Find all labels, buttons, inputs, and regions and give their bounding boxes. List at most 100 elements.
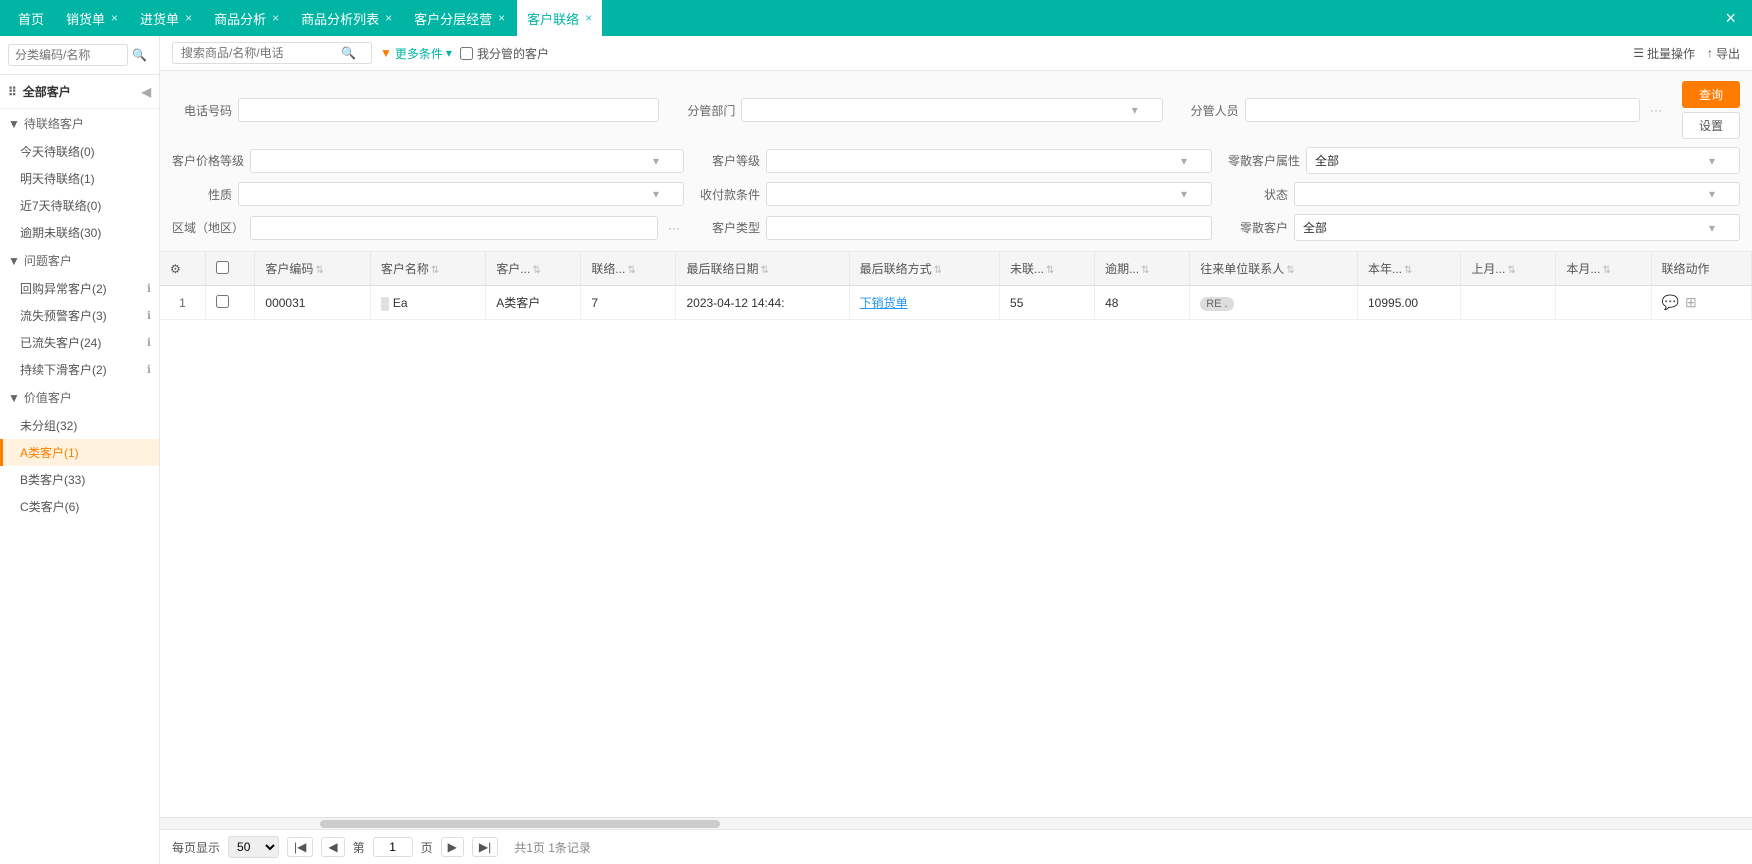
col-header-action: 联络动作 xyxy=(1651,252,1751,286)
table-footer: 每页显示 50 100 |◀ ◀ 第 页 ▶ ▶| 共1页 1条记录 xyxy=(160,829,1752,864)
filter-label-客户类型: 客户类型 xyxy=(700,219,760,236)
filter-item-分管部门: 分管部门▾ xyxy=(675,98,1162,122)
sidebar-item[interactable]: 回购异常客户(2)ℹ xyxy=(0,275,159,302)
filter-select-状态[interactable]: ▾ xyxy=(1294,182,1740,206)
row-checkbox[interactable] xyxy=(216,295,229,308)
sort-icon[interactable]: ⇅ xyxy=(1404,265,1412,276)
nav-close-icon[interactable]: × xyxy=(185,11,192,25)
filter-select-零散客户属性[interactable]: 全部▾ xyxy=(1306,147,1740,174)
sidebar-section-价值客户[interactable]: ▼价值客户 xyxy=(0,383,159,412)
section-arrow-icon: ▼ xyxy=(8,391,20,405)
sort-icon[interactable]: ⇅ xyxy=(761,265,769,276)
prev-page-button[interactable]: ◀ xyxy=(321,837,344,857)
sidebar-item[interactable]: 流失预警客户(3)ℹ xyxy=(0,302,159,329)
filter-select-分管部门[interactable]: ▾ xyxy=(741,98,1162,122)
sidebar-item[interactable]: A类客户(1) xyxy=(0,439,159,466)
sidebar-search-input[interactable] xyxy=(8,44,128,66)
filter-select-零散客户[interactable]: 全部▾ xyxy=(1294,214,1740,241)
sidebar-collapse-icon[interactable]: ◀ xyxy=(142,85,151,99)
page-number-input[interactable] xyxy=(373,837,413,857)
customer-level: A类客户 xyxy=(486,286,581,320)
my-customer-checkbox[interactable] xyxy=(460,47,473,60)
col-header-name: 客户名称⇅ xyxy=(370,252,485,286)
my-customer-checkbox-area[interactable]: 我分管的客户 xyxy=(460,45,549,62)
sidebar-item[interactable]: 持续下滑客户(2)ℹ xyxy=(0,356,159,383)
sidebar-item[interactable]: C类客户(6) xyxy=(0,493,159,520)
sidebar-search-icon[interactable]: 🔍 xyxy=(132,48,147,62)
sidebar-item[interactable]: 未分组(32) xyxy=(0,412,159,439)
nav-item-商品分析[interactable]: 商品分析× xyxy=(204,0,289,36)
sidebar-item[interactable]: 近7天待联络(0) xyxy=(0,192,159,219)
sort-icon[interactable]: ⇅ xyxy=(1141,265,1149,276)
sidebar-item[interactable]: 明天待联络(1) xyxy=(0,165,159,192)
more-dots-icon[interactable]: ··· xyxy=(664,221,684,235)
filter-select-性质[interactable]: ▾ xyxy=(238,182,684,206)
filter-input-分管人员[interactable] xyxy=(1245,98,1640,122)
sort-icon[interactable]: ⇅ xyxy=(431,265,439,276)
message-icon[interactable]: 💬 xyxy=(1662,294,1679,311)
scrollbar-thumb[interactable] xyxy=(320,820,720,828)
export-button[interactable]: ↑ 导出 xyxy=(1707,45,1740,62)
nav-item-商品分析列表[interactable]: 商品分析列表× xyxy=(291,0,402,36)
qr-icon[interactable]: ⊞ xyxy=(1685,294,1697,311)
nav-close-icon[interactable]: × xyxy=(585,11,592,25)
sidebar-section-待联络客户[interactable]: ▼待联络客户 xyxy=(0,109,159,138)
sort-icon[interactable]: ⇅ xyxy=(1286,265,1294,276)
last-contact-method[interactable]: 下销货单 xyxy=(849,286,999,320)
contact-count: 7 xyxy=(581,286,676,320)
sidebar-section-问题客户[interactable]: ▼问题客户 xyxy=(0,246,159,275)
sidebar-item[interactable]: 今天待联络(0) xyxy=(0,138,159,165)
filter-select-收付款条件[interactable]: ▾ xyxy=(766,182,1212,206)
info-icon: ℹ xyxy=(147,309,151,322)
col-header-settings[interactable]: ⚙ xyxy=(160,252,205,286)
filter-input-区域（地区）[interactable] xyxy=(250,216,658,240)
nav-item-客户分层经营[interactable]: 客户分层经营× xyxy=(404,0,515,36)
filter-label-状态: 状态 xyxy=(1228,186,1288,203)
nav-close-icon[interactable]: × xyxy=(111,11,118,25)
global-close-button[interactable]: × xyxy=(1717,8,1744,29)
info-icon: ℹ xyxy=(147,363,151,376)
setting-button[interactable]: 设置 xyxy=(1682,112,1740,139)
sort-icon[interactable]: ⇅ xyxy=(627,265,635,276)
nav-item-客户联络[interactable]: 客户联络× xyxy=(517,0,602,36)
first-page-button[interactable]: |◀ xyxy=(287,837,313,857)
filter-select-客户价格等级[interactable]: ▾ xyxy=(250,149,684,173)
toolbar: 🔍 ▼ 更多条件 ▾ 我分管的客户 ☰ 批量操作 ↑ 导出 xyxy=(160,36,1752,71)
sort-icon[interactable]: ⇅ xyxy=(1602,265,1610,276)
query-button[interactable]: 查询 xyxy=(1682,81,1740,108)
batch-op-button[interactable]: ☰ 批量操作 xyxy=(1633,45,1695,62)
col-header-lastDate: 最后联络日期⇅ xyxy=(676,252,849,286)
sidebar-item[interactable]: 逾期未联络(30) xyxy=(0,219,159,246)
filter-input-电话号码[interactable] xyxy=(238,98,659,122)
filter-select-客户等级[interactable]: ▾ xyxy=(766,149,1212,173)
nav-close-icon[interactable]: × xyxy=(498,11,505,25)
sidebar-all-customers[interactable]: ⠿ 全部客户 ◀ xyxy=(0,75,159,109)
nav-close-icon[interactable]: × xyxy=(385,11,392,25)
last-contact-date: 2023-04-12 14:44: xyxy=(676,286,849,320)
horizontal-scrollbar[interactable] xyxy=(160,817,1752,829)
sort-icon[interactable]: ⇅ xyxy=(934,265,942,276)
more-dots-icon[interactable]: ··· xyxy=(1646,103,1666,117)
next-page-button[interactable]: ▶ xyxy=(441,837,464,857)
toolbar-search-icon[interactable]: 🔍 xyxy=(341,46,356,60)
filter-more-button[interactable]: ▼ 更多条件 ▾ xyxy=(380,45,452,62)
sidebar-item[interactable]: B类客户(33) xyxy=(0,466,159,493)
sort-icon[interactable]: ⇅ xyxy=(532,265,540,276)
last-page-button[interactable]: ▶| xyxy=(472,837,498,857)
col-header-thisYear: 本年...⇅ xyxy=(1358,252,1461,286)
toolbar-search-input[interactable] xyxy=(181,46,341,60)
sidebar-item[interactable]: 已流失客户(24)ℹ xyxy=(0,329,159,356)
sort-icon[interactable]: ⇅ xyxy=(315,265,323,276)
per-page-select[interactable]: 50 100 xyxy=(228,836,279,858)
col-header-checkbox[interactable] xyxy=(205,252,254,286)
nav-item-首页[interactable]: 首页 xyxy=(8,0,54,36)
nav-item-销货单[interactable]: 销货单× xyxy=(56,0,128,36)
filter-item-收付款条件: 收付款条件▾ xyxy=(700,182,1212,206)
nav-item-进货单[interactable]: 进货单× xyxy=(130,0,202,36)
select-all-checkbox[interactable] xyxy=(216,261,229,274)
nav-close-icon[interactable]: × xyxy=(272,11,279,25)
sort-icon[interactable]: ⇅ xyxy=(1046,265,1054,276)
filter-item-零散客户属性: 零散客户属性全部▾ xyxy=(1228,147,1740,174)
filter-input-客户类型[interactable] xyxy=(766,216,1212,240)
sort-icon[interactable]: ⇅ xyxy=(1507,265,1515,276)
